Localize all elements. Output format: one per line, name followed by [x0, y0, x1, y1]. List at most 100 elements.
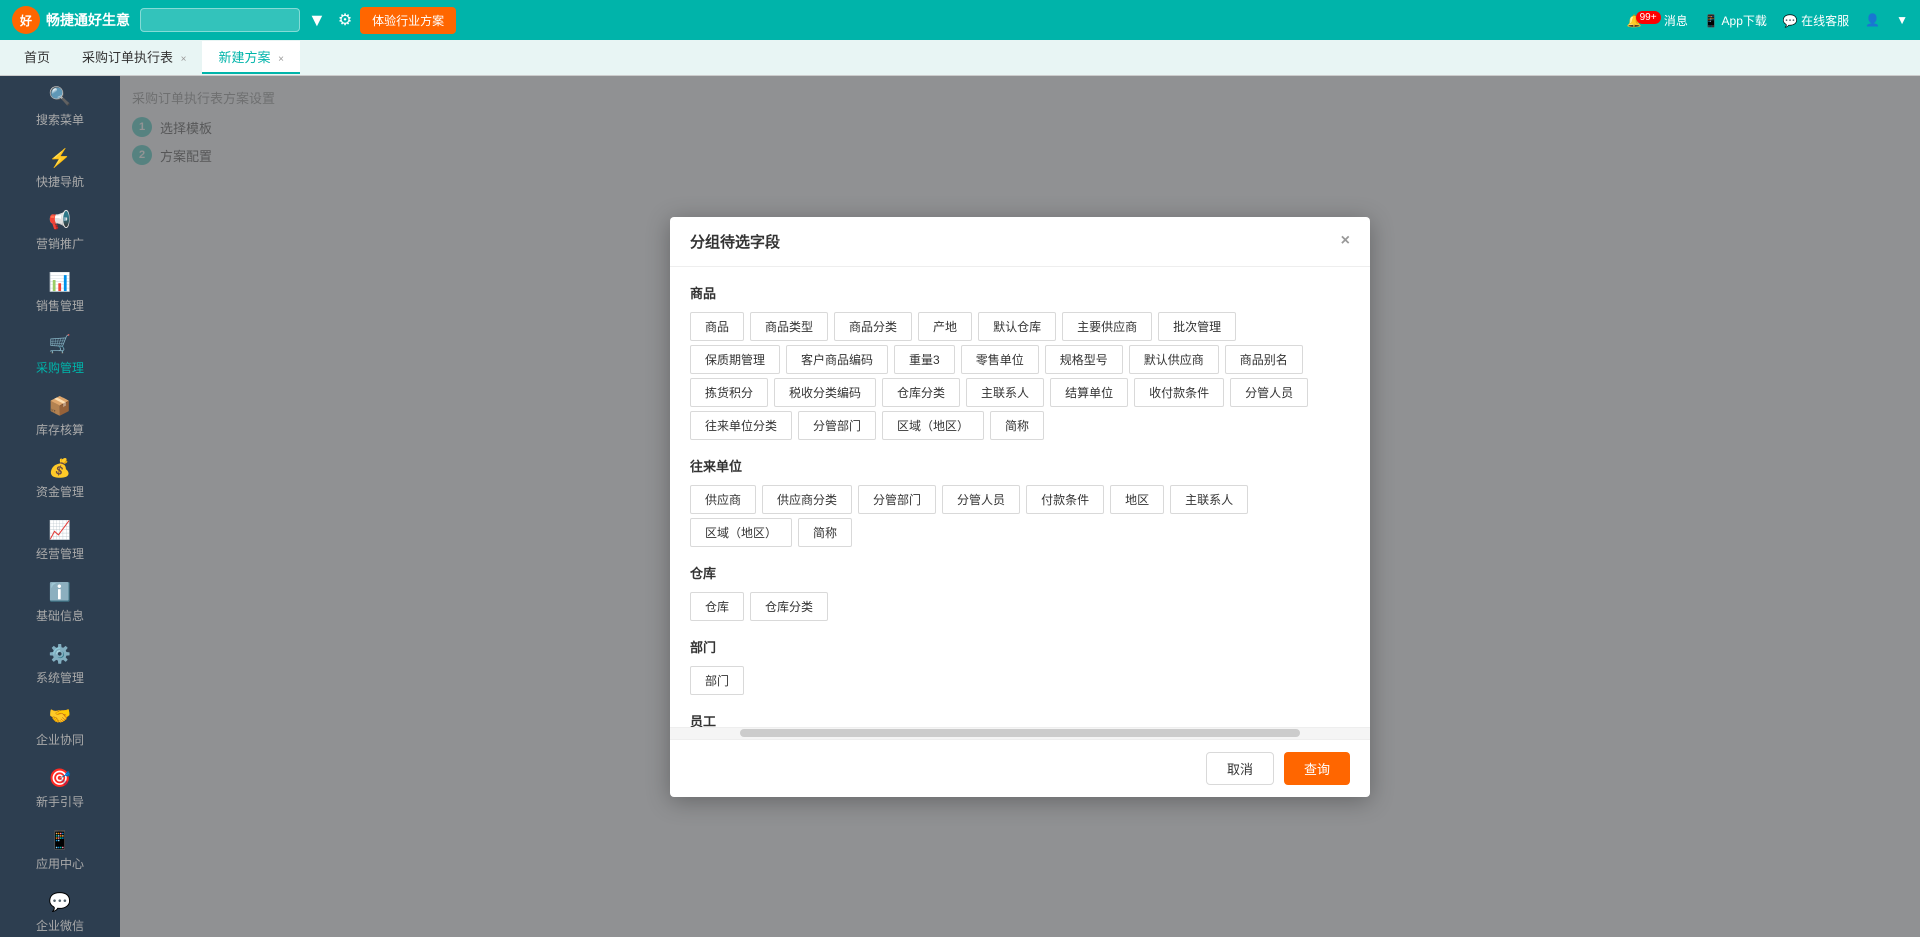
- modal-title: 分组待选字段: [690, 231, 780, 252]
- sidebar-item-apps[interactable]: 📱 应用中心: [0, 820, 120, 882]
- group-title-warehouse: 仓库: [690, 563, 1350, 582]
- sidebar-item-purchase[interactable]: 🛒 采购管理: [0, 324, 120, 386]
- field-tag[interactable]: 拣货积分: [690, 378, 768, 407]
- field-tag[interactable]: 收付款条件: [1134, 378, 1224, 407]
- field-tag[interactable]: 分管部门: [798, 411, 876, 440]
- app-name: 畅捷通好生意: [46, 10, 130, 30]
- field-tag[interactable]: 重量3: [894, 345, 955, 374]
- online-service-action[interactable]: 💬 在线客服: [1783, 12, 1849, 29]
- field-tag[interactable]: 部门: [690, 666, 744, 695]
- settings-icon[interactable]: ⚙: [338, 10, 352, 30]
- group-title-dept: 部门: [690, 637, 1350, 656]
- field-tag[interactable]: 仓库分类: [750, 592, 828, 621]
- basicinfo-icon: ℹ️: [49, 582, 71, 603]
- sidebar-label-apps: 应用中心: [36, 855, 84, 872]
- sidebar-item-guide[interactable]: 🎯 新手引导: [0, 758, 120, 820]
- sidebar-label-quicknav: 快捷导航: [36, 173, 84, 190]
- field-tag[interactable]: 产地: [918, 312, 972, 341]
- modal-horizontal-scrollbar[interactable]: [670, 727, 1370, 739]
- field-tag[interactable]: 保质期管理: [690, 345, 780, 374]
- guide-icon: 🎯: [49, 768, 71, 789]
- top-actions: 🔔99+ 消息 📱 App下载 💬 在线客服 👤 ▼: [1627, 12, 1908, 29]
- marketing-icon: 📢: [49, 210, 71, 231]
- field-tag[interactable]: 分管人员: [1230, 378, 1308, 407]
- field-tag[interactable]: 分管部门: [858, 485, 936, 514]
- sidebar-item-marketing[interactable]: 📢 营销推广: [0, 200, 120, 262]
- field-tag[interactable]: 供应商分类: [762, 485, 852, 514]
- sidebar-item-operations[interactable]: 📈 经营管理: [0, 510, 120, 572]
- group-title-employee: 员工: [690, 711, 1350, 727]
- sidebar-item-collab[interactable]: 🤝 企业协同: [0, 696, 120, 758]
- field-tag[interactable]: 往来单位分类: [690, 411, 792, 440]
- sidebar-item-finance[interactable]: 💰 资金管理: [0, 448, 120, 510]
- field-tag[interactable]: 税收分类编码: [774, 378, 876, 407]
- logo-icon: 好: [12, 6, 40, 34]
- tab-new-plan[interactable]: 新建方案 ×: [202, 41, 299, 74]
- field-tag[interactable]: 规格型号: [1045, 345, 1123, 374]
- global-search-input[interactable]: [140, 8, 300, 32]
- group-fields-warehouse: 仓库 仓库分类: [690, 592, 1350, 621]
- field-tag[interactable]: 零售单位: [961, 345, 1039, 374]
- field-tag[interactable]: 供应商: [690, 485, 756, 514]
- search-dropdown-icon[interactable]: ▼: [308, 10, 326, 31]
- modal-overlay: 分组待选字段 × 商品 商品 商品类型 商品分类 产地 默认仓库 主要供应商 批…: [120, 76, 1920, 937]
- field-tag[interactable]: 区域（地区）: [882, 411, 984, 440]
- sidebar-item-search[interactable]: 🔍 搜索菜单: [0, 76, 120, 138]
- field-tag[interactable]: 默认仓库: [978, 312, 1056, 341]
- sidebar-item-system[interactable]: ⚙️ 系统管理: [0, 634, 120, 696]
- field-tag[interactable]: 主联系人: [966, 378, 1044, 407]
- field-tag[interactable]: 仓库: [690, 592, 744, 621]
- field-tag[interactable]: 结算单位: [1050, 378, 1128, 407]
- sidebar-label-guide: 新手引导: [36, 793, 84, 810]
- app-logo: 好 畅捷通好生意: [12, 6, 132, 34]
- operations-icon: 📈: [49, 520, 71, 541]
- sidebar-item-quicknav[interactable]: ⚡ 快捷导航: [0, 138, 120, 200]
- field-tag[interactable]: 付款条件: [1026, 485, 1104, 514]
- app-download-action[interactable]: 📱 App下载: [1704, 12, 1767, 29]
- experience-btn[interactable]: 体验行业方案: [360, 7, 456, 34]
- sidebar: 🔍 搜索菜单 ⚡ 快捷导航 📢 营销推广 📊 销售管理 🛒 采购管理 📦 库存核…: [0, 76, 120, 937]
- field-tag[interactable]: 主要供应商: [1062, 312, 1152, 341]
- group-fields-goods: 商品 商品类型 商品分类 产地 默认仓库 主要供应商 批次管理: [690, 312, 1350, 341]
- search-menu-icon: 🔍: [49, 86, 71, 107]
- sidebar-item-basicinfo[interactable]: ℹ️ 基础信息: [0, 572, 120, 634]
- sidebar-label-operations: 经营管理: [36, 545, 84, 562]
- main-content: 采购订单执行表方案设置 1 选择模板 2 方案配置 分组待选字段 ×: [120, 76, 1920, 937]
- field-tag[interactable]: 主联系人: [1170, 485, 1248, 514]
- tab-purchase-order[interactable]: 采购订单执行表 ×: [66, 41, 202, 74]
- field-tag[interactable]: 商品: [690, 312, 744, 341]
- field-tag[interactable]: 商品分类: [834, 312, 912, 341]
- confirm-button[interactable]: 查询: [1284, 752, 1350, 785]
- field-tag[interactable]: 地区: [1110, 485, 1164, 514]
- field-tag[interactable]: 批次管理: [1158, 312, 1236, 341]
- sidebar-item-inventory[interactable]: 📦 库存核算: [0, 386, 120, 448]
- sidebar-label-system: 系统管理: [36, 669, 84, 686]
- field-tag[interactable]: 默认供应商: [1129, 345, 1219, 374]
- field-tag[interactable]: 简称: [798, 518, 852, 547]
- collab-icon: 🤝: [49, 706, 71, 727]
- main-layout: 🔍 搜索菜单 ⚡ 快捷导航 📢 营销推广 📊 销售管理 🛒 采购管理 📦 库存核…: [0, 76, 1920, 937]
- tab-home[interactable]: 首页: [8, 41, 66, 74]
- user-menu-arrow[interactable]: ▼: [1896, 13, 1908, 27]
- field-tag[interactable]: 仓库分类: [882, 378, 960, 407]
- field-tag[interactable]: 分管人员: [942, 485, 1020, 514]
- field-tag[interactable]: 区域（地区）: [690, 518, 792, 547]
- field-tag[interactable]: 商品类型: [750, 312, 828, 341]
- sidebar-item-wechat[interactable]: 💬 企业微信: [0, 882, 120, 937]
- tab-close-purchase[interactable]: ×: [181, 54, 187, 65]
- user-avatar[interactable]: 👤: [1865, 13, 1880, 27]
- sidebar-item-sales[interactable]: 📊 销售管理: [0, 262, 120, 324]
- cancel-button[interactable]: 取消: [1206, 752, 1274, 785]
- system-icon: ⚙️: [49, 644, 71, 665]
- tab-close-new-plan[interactable]: ×: [278, 54, 284, 65]
- modal-body[interactable]: 商品 商品 商品类型 商品分类 产地 默认仓库 主要供应商 批次管理 保质期管理…: [670, 267, 1370, 727]
- field-tag[interactable]: 简称: [990, 411, 1044, 440]
- field-tag[interactable]: 客户商品编码: [786, 345, 888, 374]
- message-action[interactable]: 🔔99+ 消息: [1627, 12, 1688, 29]
- sidebar-label-sales: 销售管理: [36, 297, 84, 314]
- sales-icon: 📊: [49, 272, 71, 293]
- top-navigation: 好 畅捷通好生意 ▼ ⚙ 体验行业方案 🔔99+ 消息 📱 App下载 💬 在线…: [0, 0, 1920, 40]
- modal-close-btn[interactable]: ×: [1341, 232, 1350, 250]
- tab-bar: 首页 采购订单执行表 × 新建方案 ×: [0, 40, 1920, 76]
- field-tag[interactable]: 商品别名: [1225, 345, 1303, 374]
